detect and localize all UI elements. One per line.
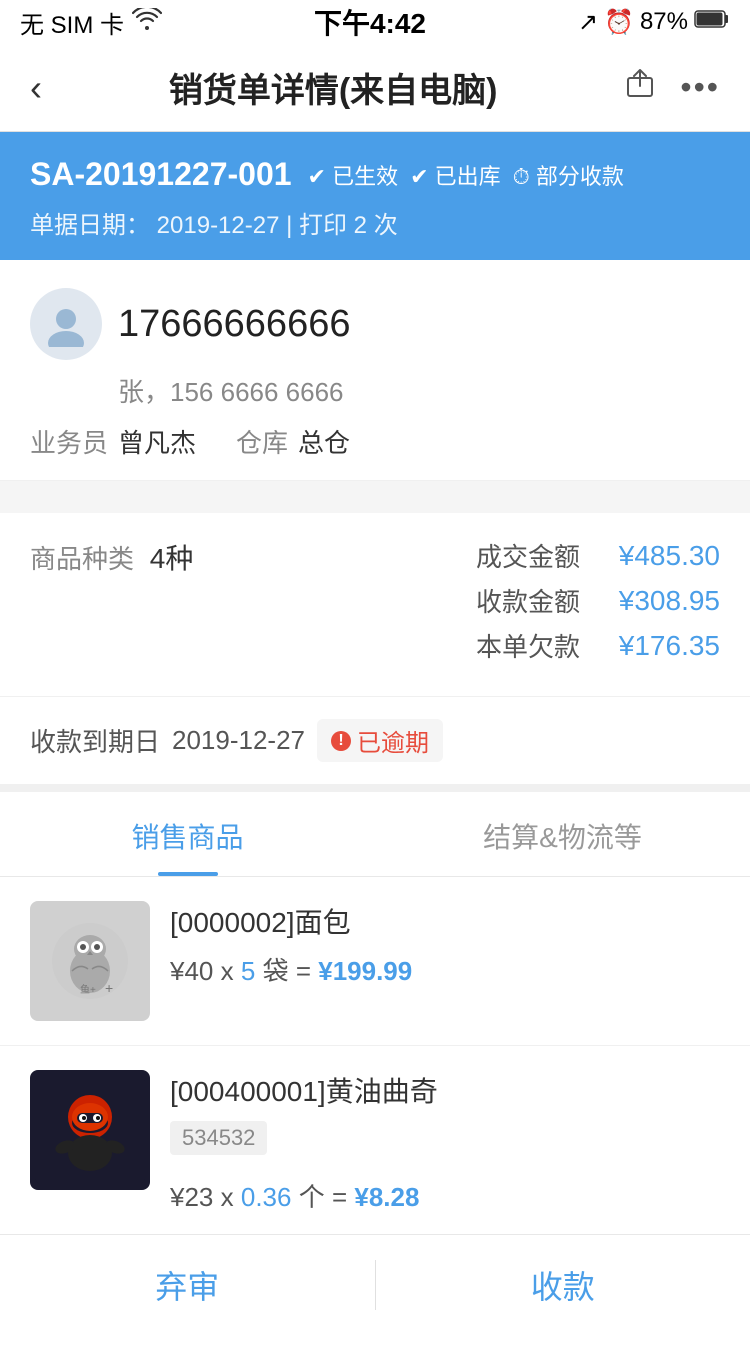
- order-header: SA-20191227-001 ✔ 已生效 ✔ 已出库 ⏱ 部分收款 单据日期：…: [0, 132, 750, 260]
- status-carrier: 无 SIM 卡: [20, 5, 162, 40]
- date-label: 单据日期：: [30, 212, 150, 239]
- tab-products[interactable]: 销售商品: [0, 792, 375, 876]
- total-2: ¥8.28: [354, 1182, 419, 1212]
- product-info-1: [0000002]面包 ¥40 x 5 袋 = ¥199.99: [170, 901, 720, 988]
- product-name-2: [000400001]黄油曲奇: [170, 1070, 720, 1110]
- product-price-2: ¥23 x 0.36 个 = ¥8.28: [170, 1177, 720, 1214]
- warehouse-label: 仓库: [236, 423, 288, 460]
- amount-value: ¥485.30: [600, 540, 720, 572]
- stats-section: 商品种类 4种 成交金额 ¥485.30 收款金额 ¥308.95 本单欠款 ¥…: [0, 513, 750, 697]
- product-thumbnail-1: + 鱼+: [30, 901, 150, 1021]
- received-row: 收款金额 ¥308.95: [476, 582, 720, 619]
- category-count: 4种: [150, 543, 194, 574]
- product-price-1: ¥40 x 5 袋 = ¥199.99: [170, 951, 720, 988]
- avatar: [30, 288, 102, 360]
- price-unit-2: ¥23: [170, 1182, 213, 1212]
- nav-actions: •••: [624, 68, 720, 108]
- alarm-icon: ⏰: [604, 8, 634, 37]
- order-id: SA-20191227-001: [30, 156, 292, 193]
- warehouse-item: 仓库 总仓: [236, 423, 350, 460]
- due-date-label: 收款到期日: [30, 722, 160, 759]
- qty-2: 0.36: [241, 1182, 292, 1212]
- status-partial: ⏱ 部分收款: [513, 159, 624, 191]
- price-unit-1: ¥40: [170, 956, 213, 986]
- order-date: 2019-12-27: [157, 212, 280, 239]
- bottom-bar: 弃审 收款: [0, 1234, 750, 1334]
- due-date-value: 2019-12-27: [172, 725, 305, 756]
- location-icon: ↗: [578, 8, 598, 37]
- unit-2: 个: [299, 1182, 325, 1212]
- nav-bar: ‹ 销货单详情(来自电脑) •••: [0, 44, 750, 132]
- stats-right: 成交金额 ¥485.30 收款金额 ¥308.95 本单欠款 ¥176.35: [476, 537, 720, 672]
- status-right-icons: ↗ ⏰ 87%: [578, 8, 730, 37]
- received-value: ¥308.95: [600, 585, 720, 617]
- overdue-badge: ! 已逾期: [317, 719, 443, 762]
- category-label: 商品种类: [30, 544, 134, 574]
- salesperson-value: 曾凡杰: [118, 423, 196, 460]
- section-divider: [0, 481, 750, 497]
- product-item: + 鱼+ [0000002]面包 ¥40 x 5 袋 = ¥199.99: [0, 877, 750, 1046]
- status-active: ✔ 已生效: [308, 159, 399, 191]
- order-date-row: 单据日期： 2019-12-27 | 打印 2 次: [30, 205, 720, 240]
- customer-top: 17666666666: [30, 288, 720, 360]
- status-shipped: ✔ 已出库: [410, 159, 501, 191]
- svg-text:+: +: [105, 980, 113, 996]
- debt-row: 本单欠款 ¥176.35: [476, 627, 720, 664]
- qty-1: 5: [241, 956, 255, 986]
- product-sku-2: 534532: [170, 1121, 267, 1155]
- cancel-button[interactable]: 弃审: [0, 1235, 375, 1334]
- product-info-2: [000400001]黄油曲奇 534532 ¥23 x 0.36 个 = ¥8…: [170, 1070, 720, 1214]
- amount-row: 成交金额 ¥485.30: [476, 537, 720, 574]
- more-icon[interactable]: •••: [680, 69, 720, 106]
- status-tags: ✔ 已生效 ✔ 已出库 ⏱ 部分收款: [308, 159, 624, 191]
- carrier-text: 无 SIM 卡: [20, 5, 124, 40]
- back-button[interactable]: ‹: [30, 67, 42, 109]
- product-thumbnail-2: [30, 1070, 150, 1190]
- unit-1: 袋: [263, 956, 289, 986]
- nav-title: 销货单详情(来自电脑): [169, 63, 498, 112]
- customer-section: 17666666666 张，156 6666 6666 业务员 曾凡杰 仓库 总…: [0, 260, 750, 481]
- svg-text:鱼+: 鱼+: [80, 983, 96, 996]
- share-icon[interactable]: [624, 68, 656, 108]
- confirm-button[interactable]: 收款: [376, 1235, 750, 1334]
- status-bar: 无 SIM 卡 下午4:42 ↗ ⏰ 87%: [0, 0, 750, 44]
- salesperson-label: 业务员: [30, 423, 108, 460]
- product-item-2: [000400001]黄油曲奇 534532 ¥23 x 0.36 个 = ¥8…: [0, 1046, 750, 1239]
- received-label: 收款金额: [476, 582, 580, 619]
- print-info: | 打印 2 次: [286, 212, 398, 239]
- stats-left: 商品种类 4种: [30, 537, 193, 577]
- debt-label: 本单欠款: [476, 627, 580, 664]
- customer-meta: 业务员 曾凡杰 仓库 总仓: [30, 423, 720, 460]
- total-1: ¥199.99: [318, 956, 412, 986]
- status-time: 下午4:42: [314, 2, 426, 42]
- warehouse-value: 总仓: [298, 423, 350, 460]
- amount-label: 成交金额: [476, 537, 580, 574]
- battery-text: 87%: [640, 8, 688, 36]
- overdue-icon: !: [331, 731, 351, 751]
- customer-phone: 17666666666: [118, 303, 350, 346]
- tab-products-label: 销售商品: [131, 822, 243, 853]
- wifi-icon: [132, 8, 162, 37]
- battery-icon: [694, 8, 730, 36]
- debt-value: ¥176.35: [600, 630, 720, 662]
- tab-settlement-label: 结算&物流等: [483, 822, 642, 853]
- customer-contact: 张，156 6666 6666: [118, 372, 720, 409]
- due-section: 收款到期日 2019-12-27 ! 已逾期: [0, 697, 750, 792]
- salesperson-item: 业务员 曾凡杰: [30, 423, 196, 460]
- overdue-text: 已逾期: [357, 723, 429, 758]
- product-name-1: [0000002]面包: [170, 901, 720, 941]
- tabs-bar: 销售商品 结算&物流等: [0, 792, 750, 877]
- tab-settlement[interactable]: 结算&物流等: [375, 792, 750, 876]
